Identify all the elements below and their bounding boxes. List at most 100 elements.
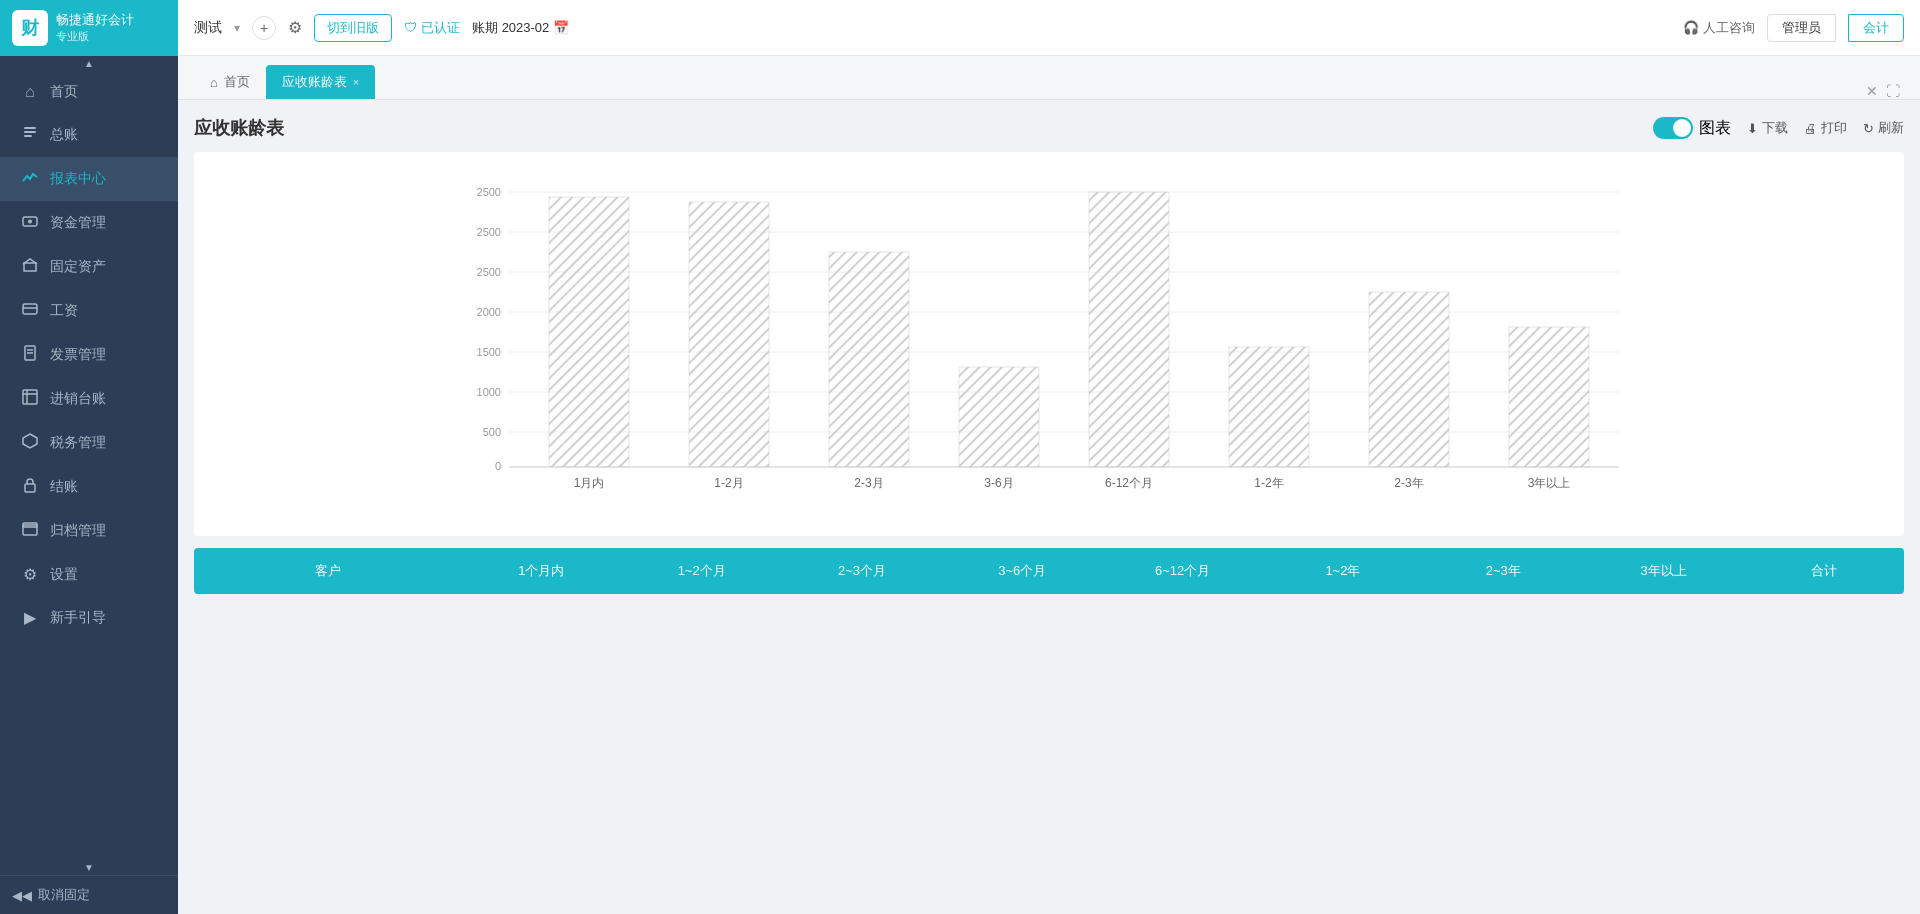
refresh-icon: ↻	[1863, 121, 1874, 136]
tab-close-window-icon[interactable]: ✕	[1866, 83, 1878, 99]
svg-rect-2	[24, 135, 32, 137]
old-version-button[interactable]: 切到旧版	[314, 14, 392, 42]
page-actions: 图表 ⬇ 下载 🖨 打印 ↻ 刷新	[1653, 117, 1904, 139]
download-icon: ⬇	[1747, 121, 1758, 136]
tab-aging-report[interactable]: 应收账龄表 ×	[266, 65, 375, 99]
assets-icon	[20, 257, 40, 277]
sidebar: 财 畅捷通好会计 专业版 ▲ ⌂ 首页 总账 报表中心 资金管理	[0, 0, 178, 914]
svg-text:1-2月: 1-2月	[714, 476, 743, 490]
download-button[interactable]: ⬇ 下载	[1747, 119, 1788, 137]
tab-close-icon[interactable]: ×	[353, 76, 359, 88]
svg-rect-0	[24, 127, 36, 129]
settings-icon: ⚙	[20, 565, 40, 584]
certified-badge: 🛡 已认证	[404, 19, 460, 37]
add-workspace-button[interactable]: +	[252, 16, 276, 40]
tabbar: ⌂ 首页 应收账龄表 × ✕ ⛶	[178, 56, 1920, 100]
sidebar-item-settings[interactable]: ⚙ 设置	[0, 553, 178, 596]
shield-icon: 🛡	[404, 20, 417, 35]
svg-text:6-12个月: 6-12个月	[1105, 476, 1153, 490]
table-header-cell-5: 6~12个月	[1102, 548, 1262, 594]
svg-text:0: 0	[495, 460, 501, 472]
refresh-button[interactable]: ↻ 刷新	[1863, 119, 1904, 137]
logo-icon: 财	[12, 10, 48, 46]
sidebar-scroll-down[interactable]: ▼	[0, 860, 178, 875]
svg-rect-11	[23, 390, 37, 404]
sidebar-item-assets[interactable]: 固定资产	[0, 245, 178, 289]
page-header: 应收账龄表 图表 ⬇ 下载 🖨 打印 ↻ 刷新	[194, 116, 1904, 140]
bar-3plus-year	[1509, 327, 1589, 467]
svg-text:2500: 2500	[477, 266, 501, 278]
closing-icon	[20, 477, 40, 497]
home-tab-icon: ⌂	[210, 75, 218, 90]
sidebar-item-sales[interactable]: 进销台账	[0, 377, 178, 421]
topbar: 测试 ▾ + ⚙ 切到旧版 🛡 已认证 账期 2023-02 📅 🎧 人工咨询 …	[178, 0, 1920, 56]
workspace-chevron-icon[interactable]: ▾	[234, 21, 240, 35]
table-header-cell-4: 3~6个月	[942, 548, 1102, 594]
svg-point-4	[28, 220, 32, 224]
table-header-cell-0: 客户	[194, 548, 461, 594]
chart-panel: 2500 2500 2500 2000 1500 1000 500 0	[194, 152, 1904, 536]
pin-icon: ◀◀	[12, 888, 32, 903]
accountant-button[interactable]: 会计	[1848, 14, 1904, 42]
print-icon: 🖨	[1804, 121, 1817, 136]
tab-home[interactable]: ⌂ 首页	[194, 65, 266, 99]
svg-text:1500: 1500	[477, 346, 501, 358]
sidebar-item-archive[interactable]: 归档管理	[0, 509, 178, 553]
svg-text:2000: 2000	[477, 306, 501, 318]
app-logo: 财 畅捷通好会计 专业版	[0, 0, 178, 56]
sidebar-item-payroll[interactable]: 工资	[0, 289, 178, 333]
invoice-icon	[20, 345, 40, 365]
sidebar-item-closing[interactable]: 结账	[0, 465, 178, 509]
sidebar-item-tax[interactable]: 税务管理	[0, 421, 178, 465]
cancel-fixed-btn[interactable]: ◀◀ 取消固定	[0, 875, 178, 914]
page-content: 应收账龄表 图表 ⬇ 下载 🖨 打印 ↻ 刷新	[178, 100, 1920, 914]
guide-icon: ▶	[20, 608, 40, 627]
svg-rect-1	[24, 131, 36, 133]
sidebar-item-ledger[interactable]: 总账	[0, 113, 178, 157]
sidebar-item-invoice[interactable]: 发票管理	[0, 333, 178, 377]
table-header-cell-2: 1~2个月	[622, 548, 782, 594]
bar-3-6month	[959, 367, 1039, 467]
table-header-cell-9: 合计	[1744, 548, 1904, 594]
reports-icon	[20, 169, 40, 189]
archive-icon	[20, 521, 40, 541]
sidebar-item-funds[interactable]: 资金管理	[0, 201, 178, 245]
page-title: 应收账龄表	[194, 116, 284, 140]
tax-icon	[20, 433, 40, 453]
home-icon: ⌂	[20, 83, 40, 101]
svg-rect-6	[23, 304, 37, 314]
tab-expand-icon[interactable]: ⛶	[1886, 83, 1900, 99]
payroll-icon	[20, 301, 40, 321]
sidebar-item-home[interactable]: ⌂ 首页	[0, 71, 178, 113]
manager-button[interactable]: 管理员	[1767, 14, 1836, 42]
bar-chart: 2500 2500 2500 2000 1500 1000 500 0	[224, 172, 1874, 512]
sidebar-item-guide[interactable]: ▶ 新手引导	[0, 596, 178, 639]
gear-icon[interactable]: ⚙	[288, 18, 302, 37]
sidebar-item-reports[interactable]: 报表中心	[0, 157, 178, 201]
chart-toggle-label: 图表	[1699, 118, 1731, 139]
chart-toggle[interactable]	[1653, 117, 1693, 139]
svg-rect-15	[25, 484, 35, 492]
svg-text:1-2年: 1-2年	[1254, 476, 1283, 490]
svg-text:500: 500	[483, 426, 501, 438]
svg-text:1月内: 1月内	[574, 476, 605, 490]
svg-text:3-6月: 3-6月	[984, 476, 1013, 490]
workspace-name: 测试	[194, 19, 222, 37]
bar-2-3month	[829, 252, 909, 467]
bar-1-2year	[1229, 347, 1309, 467]
svg-text:2-3年: 2-3年	[1394, 476, 1423, 490]
ledger-icon	[20, 125, 40, 145]
svg-text:2500: 2500	[477, 226, 501, 238]
svg-marker-14	[23, 434, 37, 448]
table-header-cell-6: 1~2年	[1263, 548, 1423, 594]
table-header-cell-1: 1个月内	[461, 548, 621, 594]
sidebar-scroll-up[interactable]: ▲	[0, 56, 178, 71]
sidebar-nav: ⌂ 首页 总账 报表中心 资金管理 固定资产	[0, 71, 178, 860]
table-header: 客户1个月内1~2个月2~3个月3~6个月6~12个月1~2年2~3年3年以上合…	[194, 548, 1904, 594]
svg-text:2500: 2500	[477, 186, 501, 198]
table-header-cell-3: 2~3个月	[782, 548, 942, 594]
print-button[interactable]: 🖨 打印	[1804, 119, 1847, 137]
table-panel: 客户1个月内1~2个月2~3个月3~6个月6~12个月1~2年2~3年3年以上合…	[194, 548, 1904, 594]
bar-1-2month	[689, 202, 769, 467]
consult-button[interactable]: 🎧 人工咨询	[1683, 19, 1755, 37]
